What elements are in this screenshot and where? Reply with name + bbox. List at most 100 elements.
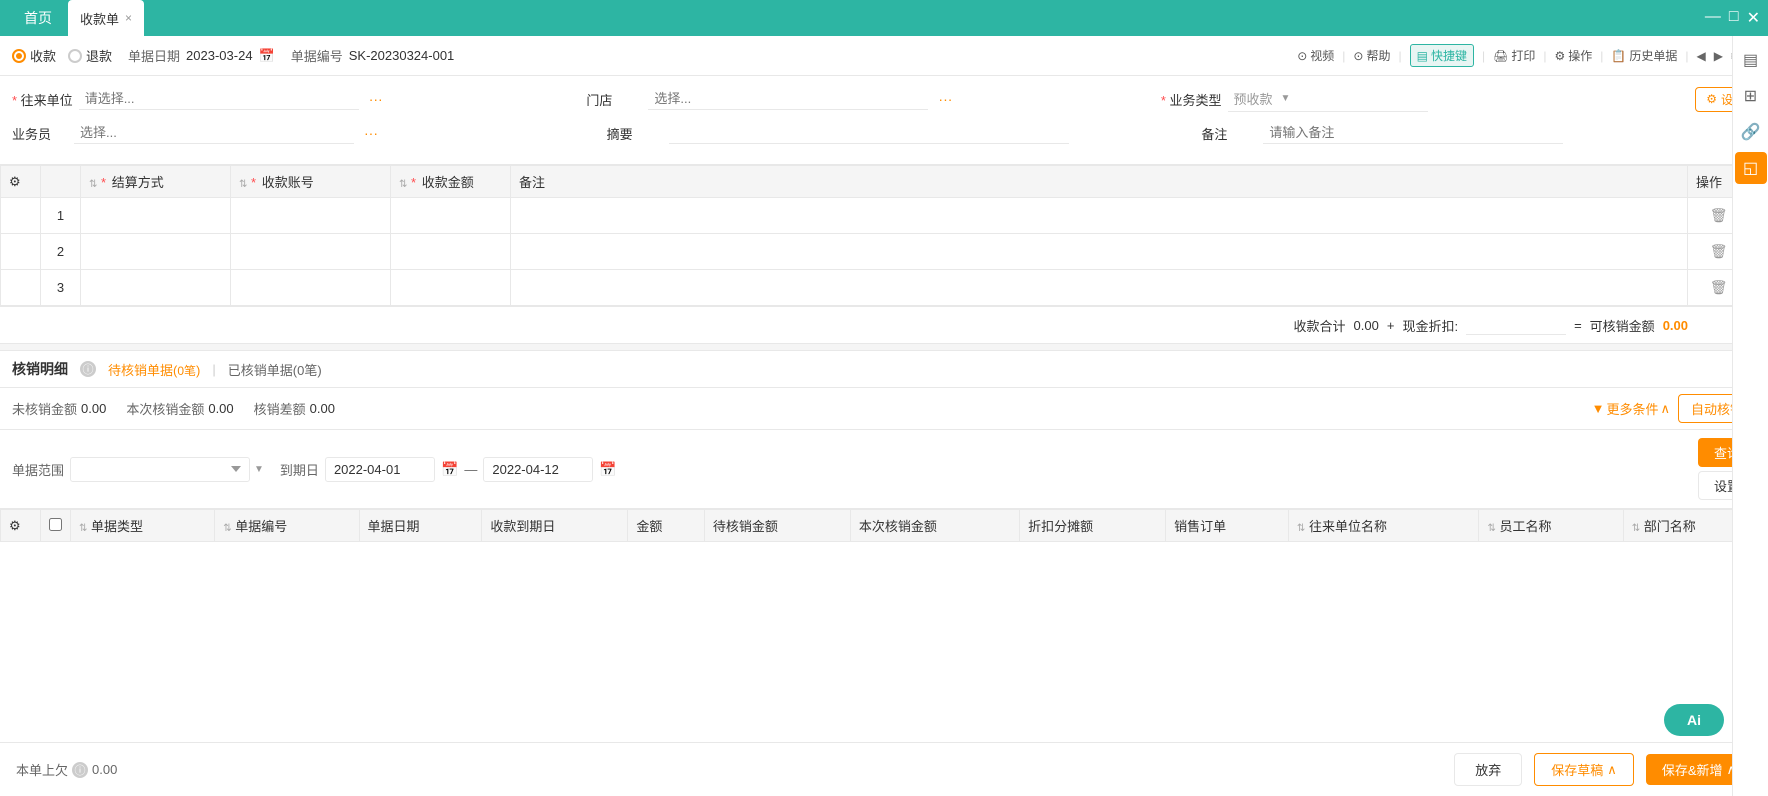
bt-th-due-date[interactable]: 收款到期日 — [482, 510, 628, 542]
hexiao-info-icon[interactable]: ⓘ — [80, 361, 96, 377]
bt-th-setting[interactable]: ⚙ — [1, 510, 41, 542]
help-btn[interactable]: ⊙ 帮助 — [1353, 47, 1390, 64]
date-from-input[interactable] — [325, 457, 435, 482]
th-setting[interactable]: ⚙ — [1, 166, 41, 198]
radio-refund-circle — [68, 49, 82, 63]
bt-th-discount-label: 折扣分摊额 — [1028, 519, 1093, 534]
staff-input[interactable] — [74, 122, 354, 144]
bt-th-sales-order[interactable]: 销售订单 — [1166, 510, 1289, 542]
th-settle[interactable]: ⇅ * 结算方式 — [81, 166, 231, 198]
done-tab[interactable]: 已核销单据(0笔) — [228, 360, 322, 379]
footer-bill-label: 本单上欠 — [16, 760, 68, 779]
shortcut-btn[interactable]: ▤ 快捷键 — [1410, 44, 1474, 67]
row2-delete-icon[interactable]: 🗑 — [1710, 243, 1728, 260]
bt-th-partner[interactable]: ⇅ 往来单位名称 — [1288, 510, 1479, 542]
more-conditions-btn[interactable]: ▼ 更多条件 ∧ — [1592, 399, 1670, 418]
partner-more-btn[interactable]: ··· — [365, 91, 387, 107]
operate-btn[interactable]: ⚙ 操作 — [1554, 47, 1592, 64]
calendar-icon[interactable]: 📅 — [259, 48, 275, 64]
sep5: | — [1600, 49, 1603, 63]
minimize-btn[interactable]: — — [1705, 8, 1721, 28]
bt-th-bill-date[interactable]: 单据日期 — [359, 510, 482, 542]
row2-account[interactable] — [231, 234, 391, 270]
th-note[interactable]: 备注 — [511, 166, 1688, 198]
bt-th-bill-number-label: 单据编号 — [235, 519, 287, 534]
staff-more-btn[interactable]: ··· — [360, 125, 382, 141]
row1-note[interactable] — [511, 198, 1688, 234]
history-icon: 📋 — [1611, 49, 1626, 63]
summary-field: 摘要 — [607, 122, 1162, 144]
nav-next-icon[interactable]: ▶ — [1714, 49, 1723, 63]
date-from-calendar-icon[interactable]: 📅 — [441, 461, 458, 478]
row1-delete-icon[interactable]: 🗑 — [1710, 207, 1728, 224]
row3-note[interactable] — [511, 270, 1688, 306]
table-row: 1 🗑 ⊞ — [1, 198, 1768, 234]
nav-prev-icon[interactable]: ◀ — [1696, 49, 1705, 63]
history-btn[interactable]: 📋 历史单据 — [1611, 47, 1677, 64]
partner-input[interactable] — [79, 88, 359, 110]
th-account[interactable]: ⇅ * 收款账号 — [231, 166, 391, 198]
bt-th-pending[interactable]: 待核销金额 — [704, 510, 850, 542]
date-to-calendar-icon[interactable]: 📅 — [599, 461, 616, 478]
row1-account[interactable] — [231, 198, 391, 234]
row2-settle[interactable] — [81, 234, 231, 270]
receipt-refund-radio: 收款 退款 — [12, 46, 112, 65]
range-select[interactable] — [70, 457, 250, 482]
radio-receipt[interactable]: 收款 — [12, 46, 56, 65]
bt-th-bill-type[interactable]: ⇅ 单据类型 — [71, 510, 215, 542]
pending-tab[interactable]: 待核销单据(0笔) — [108, 360, 200, 379]
receipt-table: ⚙ ⇅ * 结算方式 ⇅ * 收款账号 ⇅ * — [0, 165, 1768, 306]
th-note-label: 备注 — [519, 175, 545, 190]
shop-more-btn[interactable]: ··· — [934, 91, 956, 107]
restore-btn[interactable]: □ — [1729, 8, 1739, 28]
tab-home[interactable]: 首页 — [8, 0, 68, 36]
shop-input[interactable] — [648, 88, 928, 110]
row1-amount[interactable] — [391, 198, 511, 234]
receipt-table-area: ⚙ ⇅ * 结算方式 ⇅ * 收款账号 ⇅ * — [0, 165, 1768, 306]
discount-input[interactable] — [1466, 315, 1566, 335]
close-btn[interactable]: ✕ — [1747, 8, 1760, 28]
sidebar-table-icon[interactable]: ▤ — [1735, 44, 1767, 76]
filter-icon: ▼ — [1592, 401, 1605, 416]
radio-receipt-label: 收款 — [30, 46, 56, 65]
summary-input[interactable] — [669, 122, 1069, 144]
abandon-btn[interactable]: 放弃 — [1454, 753, 1522, 786]
tab-close-icon[interactable]: × — [125, 11, 132, 25]
bt-th-discount[interactable]: 折扣分摊额 — [1020, 510, 1166, 542]
save-draft-chevron: ∧ — [1607, 762, 1617, 778]
select-all-checkbox[interactable] — [49, 518, 62, 531]
row3-delete-icon[interactable]: 🗑 — [1710, 279, 1728, 296]
bt-th-partner-label: 往来单位名称 — [1309, 519, 1387, 534]
bt-th-staff[interactable]: ⇅ 员工名称 — [1479, 510, 1623, 542]
row2-amount[interactable] — [391, 234, 511, 270]
row3-settle[interactable] — [81, 270, 231, 306]
row1-settle[interactable] — [81, 198, 231, 234]
th-amount[interactable]: ⇅ * 收款金额 — [391, 166, 511, 198]
radio-refund[interactable]: 退款 — [68, 46, 112, 65]
total-label: 收款合计 — [1294, 316, 1346, 335]
footer-info-icon[interactable]: ⓘ — [72, 762, 88, 778]
sidebar-expand-icon[interactable]: ◱ — [1735, 152, 1767, 184]
biz-type-select[interactable]: 预收款 ▼ — [1228, 86, 1428, 112]
sidebar-link-icon[interactable]: 🔗 — [1735, 116, 1767, 148]
row3-account[interactable] — [231, 270, 391, 306]
tab-receipt[interactable]: 收款单 × — [68, 0, 144, 36]
hexiao-title: 核销明细 — [12, 359, 68, 379]
print-btn[interactable]: 🖨 打印 — [1493, 47, 1535, 64]
bt-th-check[interactable] — [41, 510, 71, 542]
sidebar-grid-icon[interactable]: ⊞ — [1735, 80, 1767, 112]
note-input[interactable] — [1263, 122, 1563, 144]
row3-amount[interactable] — [391, 270, 511, 306]
date-to-input[interactable] — [483, 457, 593, 482]
biz-type-field: 业务类型 预收款 ▼ — [1161, 86, 1695, 112]
ai-float-btn[interactable]: Ai — [1664, 704, 1724, 736]
save-draft-btn[interactable]: 保存草稿 ∧ — [1534, 753, 1634, 786]
row2-note[interactable] — [511, 234, 1688, 270]
video-btn[interactable]: ⊙ 视频 — [1297, 47, 1334, 64]
note-field: 备注 — [1201, 122, 1756, 144]
bt-th-pending-label: 待核销金额 — [713, 519, 778, 534]
save-draft-label: 保存草稿 — [1551, 760, 1603, 779]
bt-th-current[interactable]: 本次核销金额 — [850, 510, 1019, 542]
bt-th-bill-number[interactable]: ⇅ 单据编号 — [215, 510, 359, 542]
bt-th-amount[interactable]: 金额 — [628, 510, 705, 542]
